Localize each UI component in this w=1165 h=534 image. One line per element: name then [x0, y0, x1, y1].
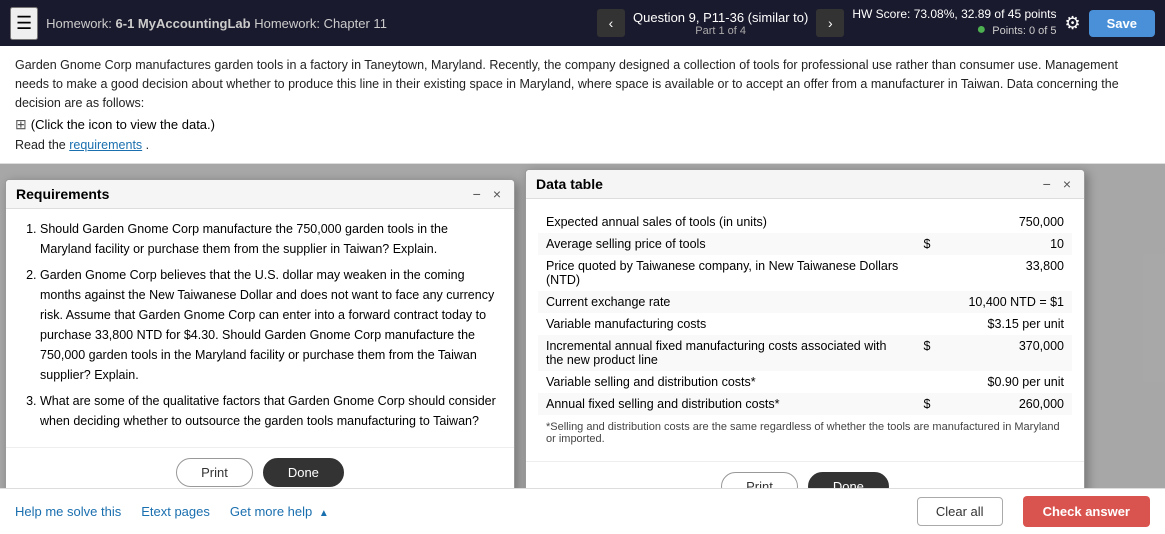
requirements-dialog-header: Requirements − ×	[6, 180, 514, 209]
table-row: Current exchange rate 10,400 NTD = $1	[538, 291, 1072, 313]
table-cell-value: 750,000	[938, 211, 1072, 233]
table-row: Price quoted by Taiwanese company, in Ne…	[538, 255, 1072, 291]
prev-question-button[interactable]: ‹	[597, 9, 625, 37]
list-item: What are some of the qualitative factors…	[40, 391, 500, 431]
requirements-print-button[interactable]: Print	[176, 458, 253, 487]
requirements-dialog: Requirements − × Should Garden Gnome Cor…	[5, 179, 515, 498]
overlay-area: Requirements − × Should Garden Gnome Cor…	[0, 164, 1165, 534]
score-dot-icon: ●	[977, 21, 987, 38]
clear-all-button[interactable]: Clear all	[917, 497, 1003, 526]
data-dialog-title: Data table	[536, 176, 603, 192]
nav-score: HW Score: 73.08%, 32.89 of 45 points ● P…	[852, 7, 1056, 39]
table-cell-label: Annual fixed selling and distribution co…	[538, 393, 912, 415]
table-cell-value: 10,400 NTD = $1	[938, 291, 1072, 313]
table-cell-dollar	[912, 291, 939, 313]
nav-arrows: ‹	[597, 9, 625, 37]
requirements-dialog-title: Requirements	[16, 186, 109, 202]
requirements-dialog-controls: − ×	[470, 186, 504, 202]
table-footnote: *Selling and distribution costs are the …	[538, 415, 1072, 449]
table-cell-value: 370,000	[938, 335, 1072, 371]
table-cell-dollar	[912, 313, 939, 335]
table-row: Expected annual sales of tools (in units…	[538, 211, 1072, 233]
table-cell-label: Expected annual sales of tools (in units…	[538, 211, 912, 233]
grid-icon: ⊞	[15, 116, 27, 133]
view-data-link[interactable]: (Click the icon to view the data.)	[31, 117, 215, 132]
table-row: Incremental annual fixed manufacturing c…	[538, 335, 1072, 371]
table-cell-dollar	[912, 255, 939, 291]
data-close-button[interactable]: ×	[1060, 176, 1074, 192]
main-content: Garden Gnome Corp manufactures garden to…	[0, 46, 1165, 164]
table-cell-label: Variable manufacturing costs	[538, 313, 912, 335]
dropdown-arrow-icon: ▲	[319, 508, 329, 519]
list-item: Should Garden Gnome Corp manufacture the…	[40, 219, 500, 259]
table-cell-value: 10	[938, 233, 1072, 255]
nav-arrows-next: ›	[816, 9, 844, 37]
table-cell-value: 33,800	[938, 255, 1072, 291]
nav-title: Homework: 6-1 MyAccountingLab Homework: …	[46, 16, 589, 31]
table-footnote-row: *Selling and distribution costs are the …	[538, 415, 1072, 449]
table-row: Variable selling and distribution costs*…	[538, 371, 1072, 393]
gear-icon-button[interactable]: ⚙	[1064, 13, 1080, 34]
table-row: Average selling price of tools $ 10	[538, 233, 1072, 255]
table-cell-value: $3.15 per unit	[938, 313, 1072, 335]
top-nav: ☰ Homework: 6-1 MyAccountingLab Homework…	[0, 0, 1165, 46]
data-dialog-header: Data table − ×	[526, 170, 1084, 199]
table-cell-label: Variable selling and distribution costs*	[538, 371, 912, 393]
table-cell-dollar: $	[912, 233, 939, 255]
requirements-list: Should Garden Gnome Corp manufacture the…	[20, 219, 500, 431]
main-description: Garden Gnome Corp manufactures garden to…	[15, 56, 1150, 112]
table-cell-dollar	[912, 371, 939, 393]
menu-icon[interactable]: ☰	[10, 7, 38, 40]
data-minimize-button[interactable]: −	[1040, 176, 1054, 192]
data-table: Expected annual sales of tools (in units…	[538, 211, 1072, 449]
table-cell-value: $0.90 per unit	[938, 371, 1072, 393]
data-dialog-controls: − ×	[1040, 176, 1074, 192]
nav-question: Question 9, P11-36 (similar to) Part 1 o…	[633, 10, 808, 37]
req-read-line: Read the requirements .	[15, 136, 1150, 155]
requirements-dialog-body: Should Garden Gnome Corp manufacture the…	[6, 209, 514, 447]
table-cell-dollar	[912, 211, 939, 233]
data-dialog-body: Expected annual sales of tools (in units…	[526, 199, 1084, 461]
table-cell-dollar: $	[912, 393, 939, 415]
table-cell-label: Price quoted by Taiwanese company, in Ne…	[538, 255, 912, 291]
data-table-dialog: Data table − × Expected annual sales of …	[525, 169, 1085, 512]
bottom-bar: Help me solve this Etext pages Get more …	[0, 488, 1165, 534]
table-cell-label: Average selling price of tools	[538, 233, 912, 255]
table-row: Annual fixed selling and distribution co…	[538, 393, 1072, 415]
nav-icons: ⚙	[1064, 13, 1080, 34]
table-cell-value: 260,000	[938, 393, 1072, 415]
requirements-link[interactable]: requirements	[69, 138, 142, 152]
save-button[interactable]: Save	[1089, 10, 1155, 37]
table-cell-dollar: $	[912, 335, 939, 371]
requirements-minimize-button[interactable]: −	[470, 186, 484, 202]
next-question-button[interactable]: ›	[816, 9, 844, 37]
table-cell-label: Current exchange rate	[538, 291, 912, 313]
requirements-close-button[interactable]: ×	[490, 186, 504, 202]
check-answer-button[interactable]: Check answer	[1023, 496, 1150, 527]
requirements-done-button[interactable]: Done	[263, 458, 344, 487]
list-item: Garden Gnome Corp believes that the U.S.…	[40, 265, 500, 385]
table-row: Variable manufacturing costs $3.15 per u…	[538, 313, 1072, 335]
table-cell-label: Incremental annual fixed manufacturing c…	[538, 335, 912, 371]
